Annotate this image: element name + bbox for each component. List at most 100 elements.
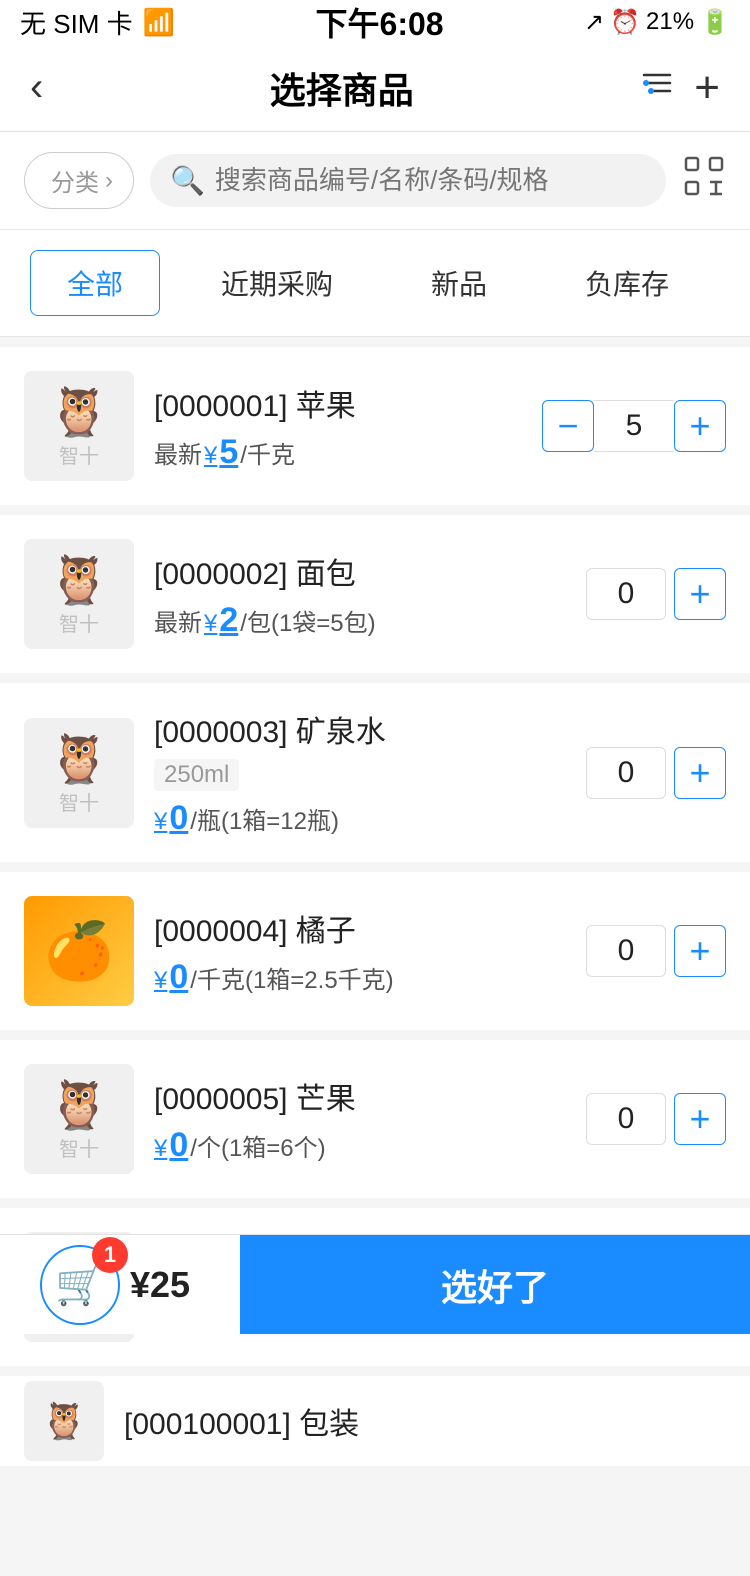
product-price: 最新 ¥ 2 /包(1袋=5包) <box>154 601 566 640</box>
tab-new[interactable]: 新品 <box>394 250 524 316</box>
bottom-bar: 🛒 1 ¥25 选好了 <box>0 1234 750 1334</box>
product-thumbnail: 🦉 智十 <box>24 1064 134 1174</box>
quantity-input[interactable] <box>594 400 674 452</box>
category-button[interactable]: 分类 › <box>24 152 134 209</box>
price-currency: ¥ <box>154 808 167 836</box>
product-info: [0000003] 矿泉水 250ml ¥ 0 /瓶(1箱=12瓶) <box>154 707 566 838</box>
product-list: 🦉 智十 [0000001] 苹果 最新 ¥ 5 /千克 − + 🦉 智十 <box>0 337 750 1576</box>
quantity-input[interactable] <box>586 747 666 799</box>
quantity-control: + <box>586 1093 726 1145</box>
placeholder-owl-icon: 🦉 <box>49 551 109 608</box>
quantity-plus-button[interactable]: + <box>674 1093 726 1145</box>
add-icon[interactable]: + <box>694 63 720 113</box>
product-thumb-owl: 🦉 <box>42 1400 87 1442</box>
scan-icon[interactable] <box>682 154 726 208</box>
price-label: 最新 <box>154 603 202 638</box>
cart-area: 🛒 1 ¥25 <box>0 1245 240 1325</box>
price-unit: /个(1箱=6个) <box>190 1128 325 1163</box>
quantity-plus-button[interactable]: + <box>674 747 726 799</box>
product-info: [0000004] 橘子 ¥ 0 /千克(1箱=2.5千克) <box>154 906 566 997</box>
product-name: [0000003] 矿泉水 <box>154 707 566 751</box>
quantity-plus-button[interactable]: + <box>674 568 726 620</box>
product-thumb-owl: 🦉 智十 <box>49 730 109 816</box>
location-icon: ↗ <box>584 8 604 37</box>
back-button[interactable]: ‹ <box>30 65 43 110</box>
price-unit: /包(1袋=5包) <box>240 603 375 638</box>
product-item: 🦉 智十 [0000005] 芒果 ¥ 0 /个(1箱=6个) + <box>0 1040 750 1198</box>
product-thumbnail: 🦉 智十 <box>24 539 134 649</box>
tab-all[interactable]: 全部 <box>30 250 160 316</box>
category-chevron: › <box>105 167 113 195</box>
wifi-icon: 📶 <box>143 7 175 38</box>
tab-recent[interactable]: 近期采购 <box>184 250 370 316</box>
product-name: [0000005] 芒果 <box>154 1074 566 1118</box>
cart-badge: 1 <box>92 1237 128 1273</box>
tab-negative[interactable]: 负库存 <box>548 250 706 316</box>
quantity-control: + <box>586 568 726 620</box>
quantity-input[interactable] <box>586 1093 666 1145</box>
battery-text: 21% <box>646 8 694 36</box>
search-bar: 分类 › 🔍 <box>0 132 750 230</box>
product-item: 🦉 智十 [0000002] 面包 最新 ¥ 2 /包(1袋=5包) + <box>0 515 750 673</box>
tab-bar: 全部 近期采购 新品 负库存 <box>0 230 750 337</box>
placeholder-owl-icon: 🦉 <box>49 1076 109 1133</box>
quantity-control: + <box>586 925 726 977</box>
price-unit: /千克 <box>240 435 295 470</box>
no-sim-text: 无 SIM 卡 <box>20 4 133 41</box>
price-unit: /千克(1箱=2.5千克) <box>190 960 393 995</box>
product-item-partial: 🦉 [000100001] 包装 <box>0 1376 750 1466</box>
product-item: 🦉 智十 [0000001] 苹果 最新 ¥ 5 /千克 − + <box>0 347 750 505</box>
search-input-wrap: 🔍 <box>150 154 666 207</box>
price-value: 2 <box>219 601 238 640</box>
product-name: [0000002] 面包 <box>154 549 566 593</box>
placeholder-owl-text: 智十 <box>59 787 99 816</box>
product-price: ¥ 0 /瓶(1箱=12瓶) <box>154 799 566 838</box>
battery-icon: 🔋 <box>700 8 730 37</box>
placeholder-owl-icon: 🦉 <box>49 383 109 440</box>
quantity-plus-button[interactable]: + <box>674 400 726 452</box>
price-value: 5 <box>219 433 238 472</box>
product-item: 🍊 [0000004] 橘子 ¥ 0 /千克(1箱=2.5千克) + <box>0 872 750 1030</box>
placeholder-owl-text: 智十 <box>59 1133 99 1162</box>
product-name: [0000001] 苹果 <box>154 381 522 425</box>
price-value: 0 <box>169 1126 188 1165</box>
status-right: ↗ ⏰ 21% 🔋 <box>584 8 730 37</box>
price-currency: ¥ <box>154 967 167 995</box>
search-icon: 🔍 <box>170 164 205 197</box>
quantity-plus-button[interactable]: + <box>674 925 726 977</box>
status-left: 无 SIM 卡 📶 <box>20 4 175 41</box>
nav-left: ‹ <box>30 65 43 110</box>
cart-icon[interactable]: 🛒 1 <box>40 1245 120 1325</box>
quantity-minus-button[interactable]: − <box>542 400 594 452</box>
price-currency: ¥ <box>204 610 217 638</box>
alarm-icon: ⏰ <box>610 8 640 37</box>
filter-icon[interactable] <box>640 66 674 109</box>
quantity-input[interactable] <box>586 925 666 977</box>
product-spec: 250ml <box>154 759 239 791</box>
product-thumbnail: 🦉 <box>24 1381 104 1461</box>
product-thumb-owl: 🦉 智十 <box>49 551 109 637</box>
placeholder-owl-icon: 🦉 <box>49 730 109 787</box>
product-price: ¥ 0 /千克(1箱=2.5千克) <box>154 958 566 997</box>
placeholder-owl-text: 智十 <box>59 440 99 469</box>
placeholder-owl-text: 智十 <box>59 608 99 637</box>
quantity-control: + <box>586 747 726 799</box>
product-thumbnail: 🦉 智十 <box>24 371 134 481</box>
product-item: 🦉 智十 [0000003] 矿泉水 250ml ¥ 0 /瓶(1箱=12瓶) … <box>0 683 750 862</box>
search-input[interactable] <box>215 165 646 196</box>
product-price: ¥ 0 /个(1箱=6个) <box>154 1126 566 1165</box>
price-currency: ¥ <box>204 442 217 470</box>
price-value: 0 <box>169 799 188 838</box>
price-value: 0 <box>169 958 188 997</box>
quantity-input[interactable] <box>586 568 666 620</box>
quantity-control: − + <box>542 400 726 452</box>
product-info: [0000005] 芒果 ¥ 0 /个(1箱=6个) <box>154 1074 566 1165</box>
nav-bar: ‹ 选择商品 + <box>0 44 750 132</box>
product-price: 最新 ¥ 5 /千克 <box>154 433 522 472</box>
price-currency: ¥ <box>154 1135 167 1163</box>
product-info: [0000001] 苹果 最新 ¥ 5 /千克 <box>154 381 522 472</box>
product-info: [0000002] 面包 最新 ¥ 2 /包(1袋=5包) <box>154 549 566 640</box>
price-unit: /瓶(1箱=12瓶) <box>190 801 339 836</box>
price-label: 最新 <box>154 435 202 470</box>
confirm-button[interactable]: 选好了 <box>240 1235 750 1334</box>
